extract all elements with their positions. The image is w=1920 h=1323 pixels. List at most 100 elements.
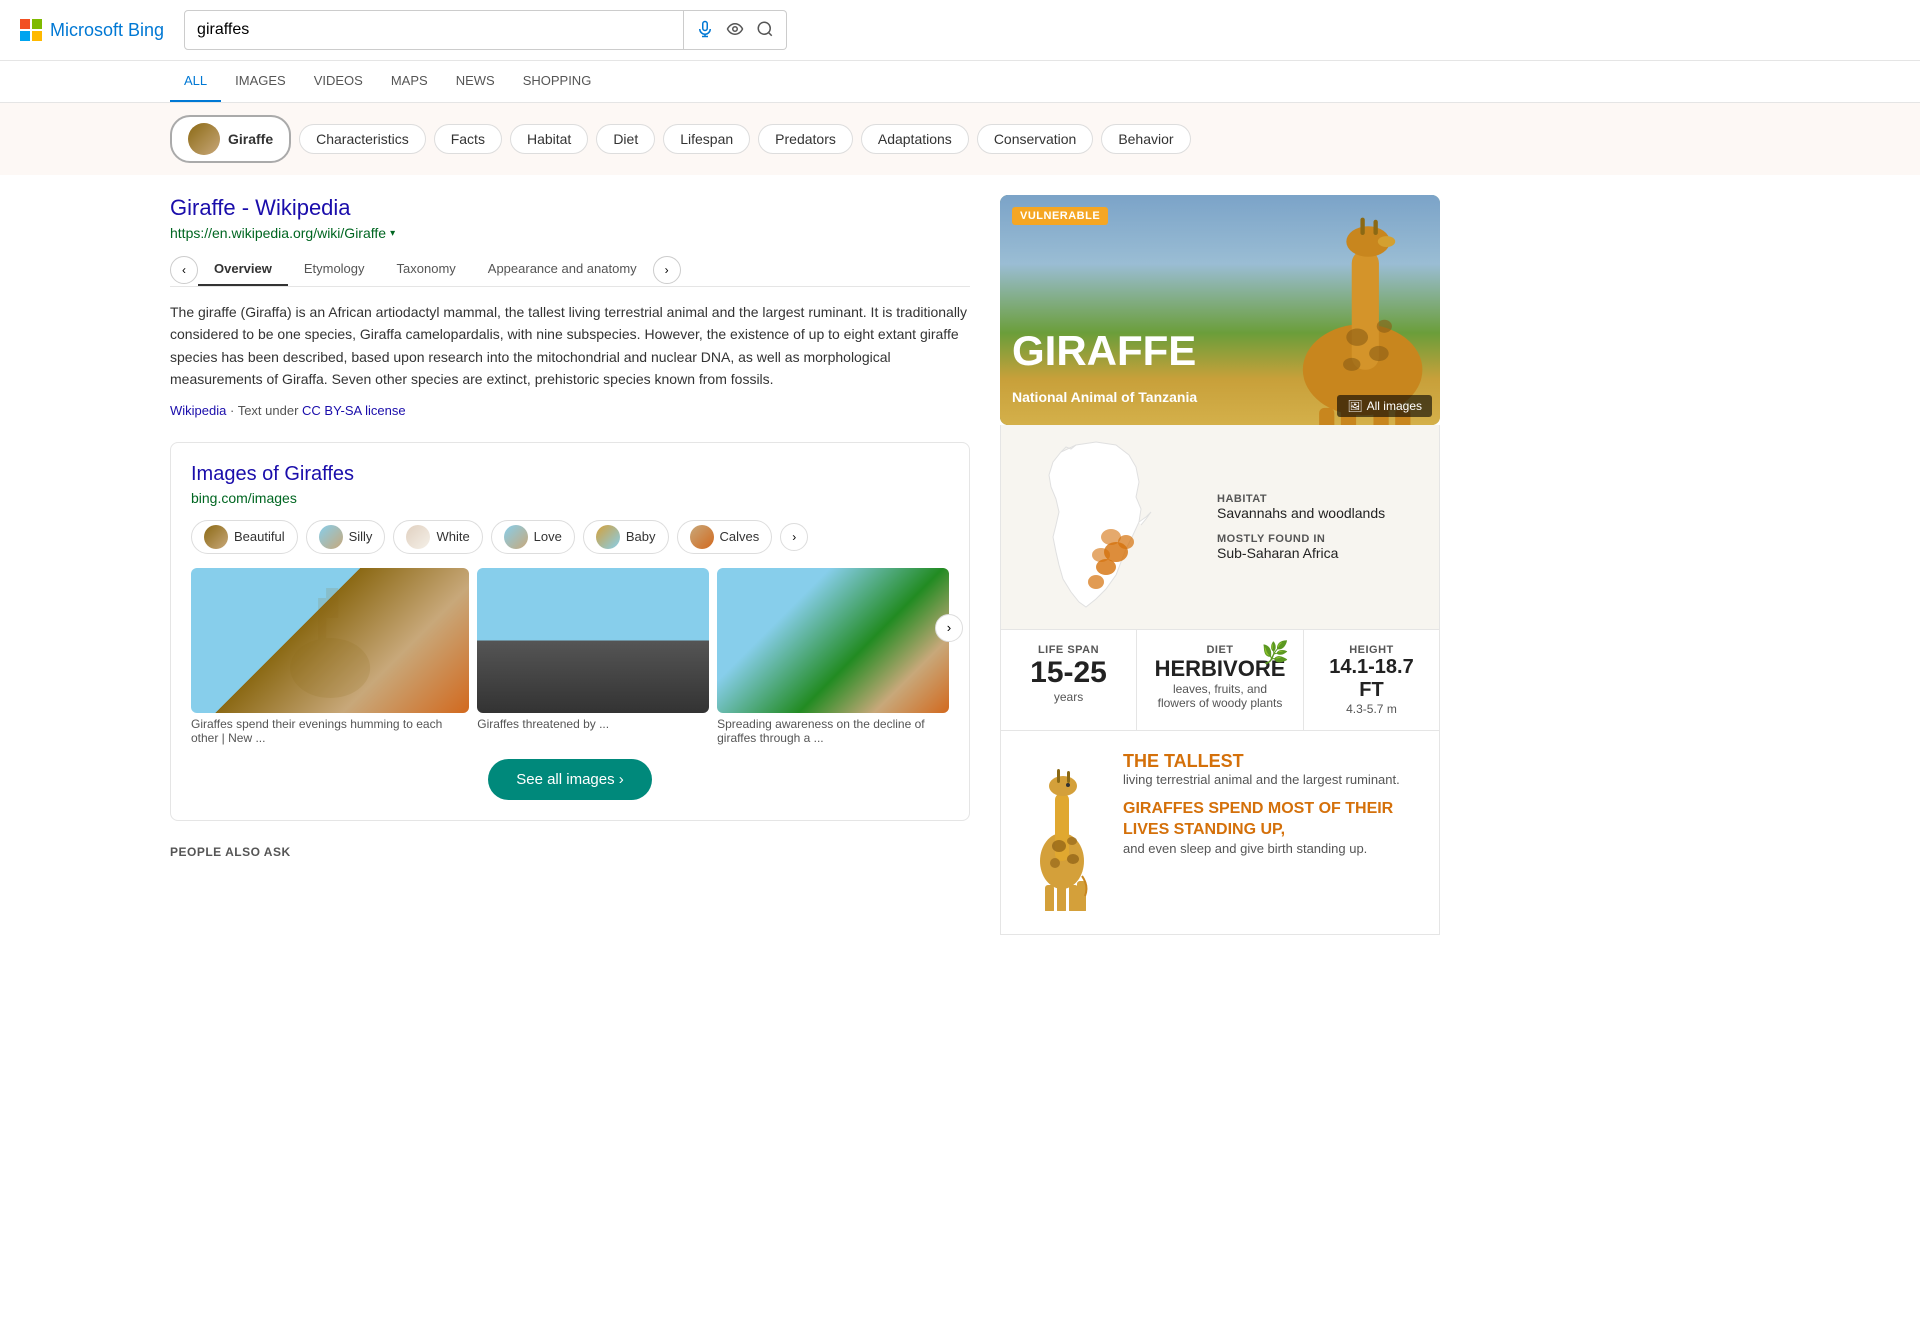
wiki-subtab-etymology[interactable]: Etymology (288, 253, 381, 286)
wiki-subtab-appearance[interactable]: Appearance and anatomy (472, 253, 653, 286)
lifespan-value: 15-25 (1017, 656, 1120, 690)
wiki-attribution: Wikipedia · Text under CC BY-SA license (170, 403, 970, 418)
height-label: HEIGHT (1320, 644, 1423, 656)
tab-all[interactable]: ALL (170, 61, 221, 102)
wiki-url-text[interactable]: https://en.wikipedia.org/wiki/Giraffe (170, 225, 386, 241)
wiki-url-dropdown[interactable]: ▾ (390, 228, 395, 239)
logo[interactable]: Microsoft Bing (20, 19, 164, 41)
hero-badge: VULNERABLE (1012, 207, 1108, 225)
image-grid-next[interactable]: › (935, 614, 963, 642)
tab-shopping[interactable]: SHOPPING (509, 61, 606, 102)
habitat-value: Savannahs and woodlands (1217, 505, 1423, 521)
wiki-url: https://en.wikipedia.org/wiki/Giraffe ▾ (170, 225, 970, 241)
search-input[interactable] (197, 21, 671, 39)
wiki-attribution-link1[interactable]: Wikipedia (170, 403, 226, 418)
giraffe-avatar (188, 123, 220, 155)
search-bar (184, 10, 684, 50)
header: Microsoft Bing (0, 0, 1920, 61)
pill-thumb-calves (690, 525, 714, 549)
habitat-label: HABITAT (1217, 493, 1423, 505)
image-thumb-1[interactable] (191, 568, 469, 713)
search-icons (684, 10, 787, 50)
entity-pill-habitat[interactable]: Habitat (510, 124, 588, 154)
images-subtitle[interactable]: bing.com/images (191, 490, 949, 506)
found-item: MOSTLY FOUND IN Sub-Saharan Africa (1217, 533, 1423, 561)
entity-pill-behavior[interactable]: Behavior (1101, 124, 1190, 154)
image-thumb-2[interactable] (477, 568, 709, 713)
entity-pill-label-conservation: Conservation (994, 131, 1077, 147)
giraffe-hero: VULNERABLE GIRAFFE National Animal of Ta… (1000, 195, 1440, 425)
entity-bar: Giraffe Characteristics Facts Habitat Di… (0, 103, 1920, 175)
search-button[interactable] (756, 20, 774, 41)
fun-fact-section: THE TALLEST living terrestrial animal an… (1000, 731, 1440, 935)
main-content: Giraffe - Wikipedia https://en.wikipedia… (0, 175, 1920, 955)
fun-fact-standing: GIRAFFES SPEND MOST OF THEIR LIVES STAND… (1123, 799, 1423, 841)
giraffe-standing-svg (1017, 751, 1097, 911)
pill-thumb-silly (319, 525, 343, 549)
lifespan-label: LIFE SPAN (1017, 644, 1120, 656)
wiki-next-btn[interactable]: › (653, 256, 681, 284)
tab-news[interactable]: NEWS (442, 61, 509, 102)
hero-subtitle: National Animal of Tanzania (1012, 389, 1197, 405)
image-pills-next[interactable]: › (780, 523, 808, 551)
image-thumb-2-wrapper: Giraffes threatened by ... (477, 568, 709, 745)
image-pills: Beautiful Silly White Love Baby (191, 520, 949, 554)
people-ask-title: PEOPLE ALSO ASK (170, 845, 970, 859)
wiki-prev-btn[interactable]: ‹ (170, 256, 198, 284)
africa-map-container (1001, 425, 1201, 629)
found-label: MOSTLY FOUND IN (1217, 533, 1423, 545)
see-all-images-button[interactable]: See all images › (488, 759, 652, 800)
entity-pill-predators[interactable]: Predators (758, 124, 853, 154)
entity-pill-conservation[interactable]: Conservation (977, 124, 1094, 154)
wiki-attribution-mid: · Text under (230, 403, 302, 418)
image-caption-1: Giraffes spend their evenings humming to… (191, 717, 469, 745)
fun-fact-text-content: THE TALLEST living terrestrial animal an… (1123, 751, 1423, 856)
entity-pill-diet[interactable]: Diet (596, 124, 655, 154)
hero-all-images-btn[interactable]: 🖼 All images (1337, 395, 1432, 417)
lifespan-unit: years (1017, 690, 1120, 704)
image-pill-calves[interactable]: Calves (677, 520, 773, 554)
lifespan-cell: LIFE SPAN 15-25 years (1001, 630, 1137, 730)
height-value: 14.1-18.7 FT (1320, 656, 1423, 702)
entity-pill-lifespan[interactable]: Lifespan (663, 124, 750, 154)
image-pill-silly[interactable]: Silly (306, 520, 386, 554)
image-pill-love[interactable]: Love (491, 520, 575, 554)
image-pill-white[interactable]: White (393, 520, 482, 554)
entity-pill-label-diet: Diet (613, 131, 638, 147)
fun-fact-giraffe-illustration (1017, 751, 1107, 914)
tab-maps[interactable]: MAPS (377, 61, 442, 102)
tab-images[interactable]: IMAGES (221, 61, 300, 102)
images-title[interactable]: Images of Giraffes (191, 463, 949, 486)
mic-icon[interactable] (696, 20, 714, 41)
height-detail: 4.3-5.7 m (1320, 702, 1423, 716)
image-pill-beautiful[interactable]: Beautiful (191, 520, 298, 554)
stats-row: LIFE SPAN 15-25 years DIET 🌿 HERBIVORE l… (1000, 630, 1440, 731)
wiki-title[interactable]: Giraffe - Wikipedia (170, 195, 970, 221)
image-pill-baby[interactable]: Baby (583, 520, 669, 554)
entity-pill-giraffe[interactable]: Giraffe (170, 115, 291, 163)
image-thumb-1-wrapper: Giraffes spend their evenings humming to… (191, 568, 469, 745)
diet-cell: DIET 🌿 HERBIVORE leaves, fruits, and flo… (1137, 630, 1304, 730)
image-pill-label-love: Love (534, 529, 562, 544)
pill-thumb-beautiful (204, 525, 228, 549)
entity-pill-adaptations[interactable]: Adaptations (861, 124, 969, 154)
entity-pill-characteristics[interactable]: Characteristics (299, 124, 426, 154)
logo-text: Microsoft Bing (50, 20, 164, 41)
wiki-subtab-overview[interactable]: Overview (198, 253, 288, 286)
image-thumb-3[interactable] (717, 568, 949, 713)
entity-pill-label-characteristics: Characteristics (316, 131, 409, 147)
pill-thumb-white (406, 525, 430, 549)
pill-thumb-love (504, 525, 528, 549)
tab-videos[interactable]: VIDEOS (300, 61, 377, 102)
image-pill-label-silly: Silly (349, 529, 373, 544)
right-column: VULNERABLE GIRAFFE National Animal of Ta… (1000, 195, 1440, 935)
all-images-label: All images (1367, 399, 1422, 413)
visual-search-icon[interactable] (726, 20, 744, 41)
fun-fact-tallest-desc: living terrestrial animal and the larges… (1123, 772, 1423, 787)
entity-pill-facts[interactable]: Facts (434, 124, 502, 154)
wiki-attribution-link2[interactable]: CC BY-SA license (302, 403, 406, 418)
entity-pill-label-giraffe: Giraffe (228, 131, 273, 147)
image-thumb-3-wrapper: Spreading awareness on the decline of gi… (717, 568, 949, 745)
entity-pill-label-behavior: Behavior (1118, 131, 1173, 147)
wiki-subtab-taxonomy[interactable]: Taxonomy (381, 253, 472, 286)
